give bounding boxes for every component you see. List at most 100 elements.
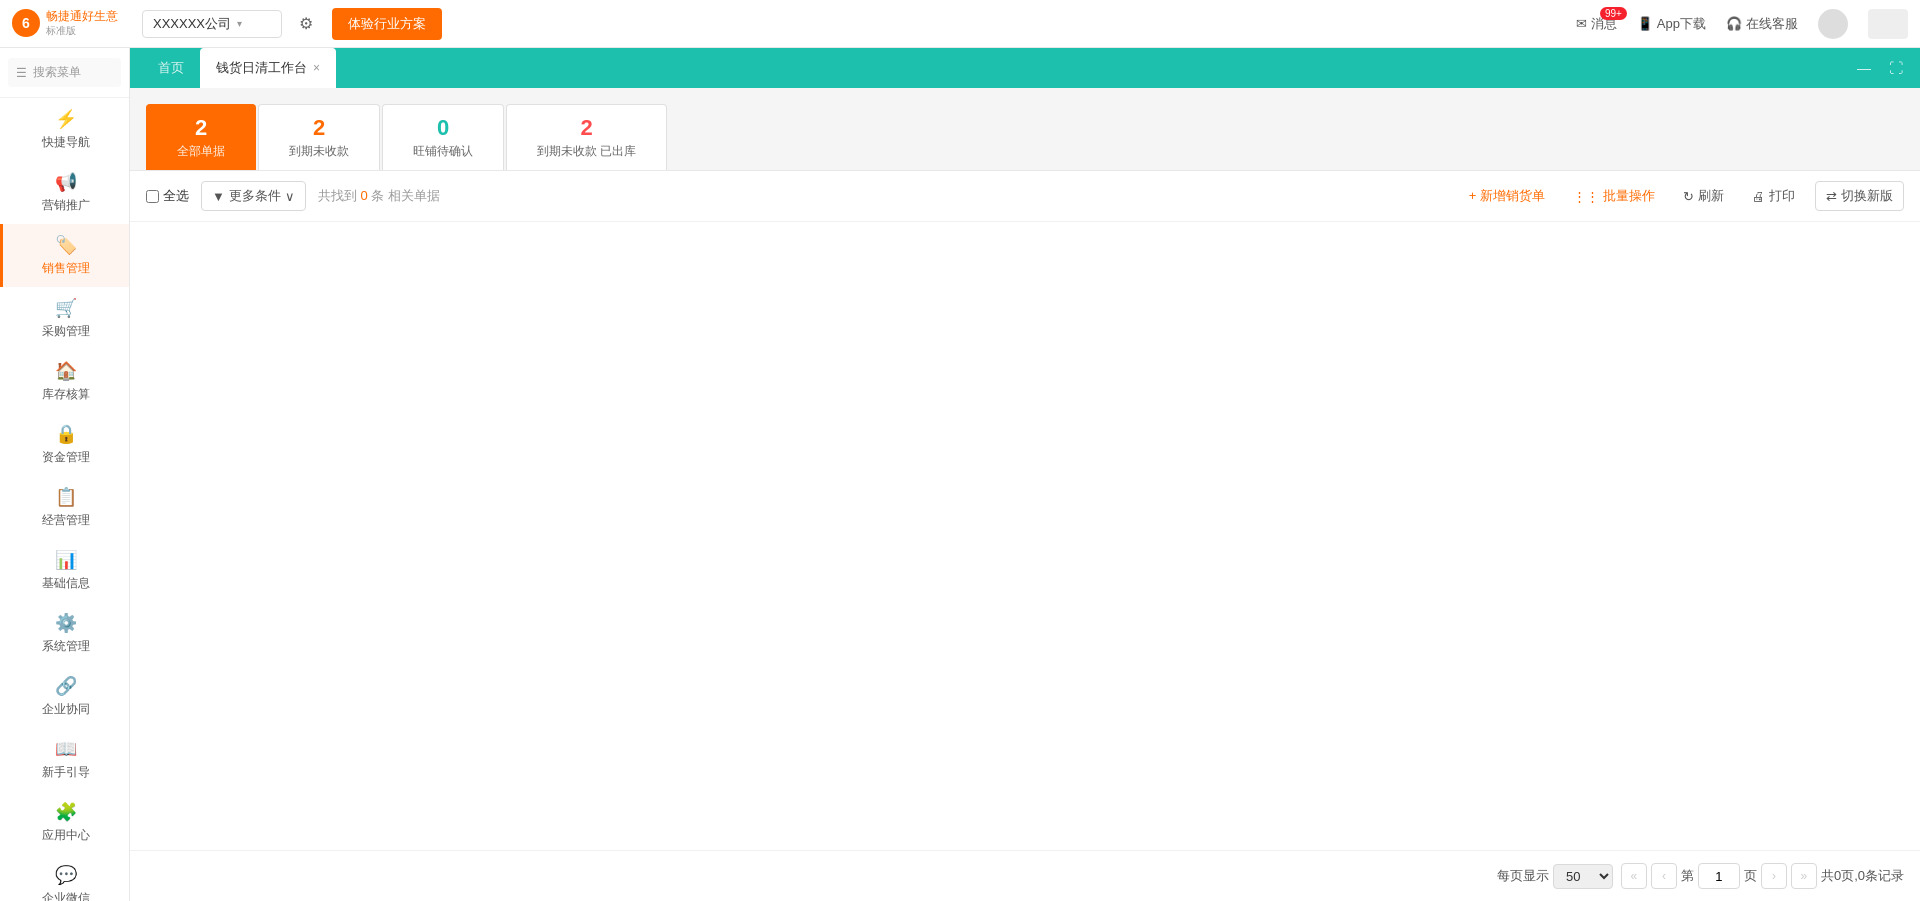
inventory-icon: 🏠 [55, 360, 77, 382]
sidebar: ☰ 搜索菜单 ⚡ 快捷导航 📢 营销推广 🏷️ 销售管理 🛒 采购管理 🏠 库存… [0, 48, 130, 901]
first-page-button[interactable]: « [1621, 863, 1647, 889]
found-count: 0 [361, 188, 368, 203]
online-service-action[interactable]: 🎧 在线客服 [1726, 15, 1798, 33]
sidebar-label-purchase: 采购管理 [42, 323, 90, 340]
tab-bar-actions: — ⛶ [1852, 56, 1908, 80]
stat-label-pending-confirm: 旺铺待确认 [413, 143, 473, 160]
last-page-button[interactable]: » [1791, 863, 1817, 889]
app-center-icon: 🧩 [55, 801, 77, 823]
sidebar-label-enterprise: 企业协同 [42, 701, 90, 718]
sidebar-search-area: ☰ 搜索菜单 [0, 48, 129, 98]
sidebar-item-enterprise[interactable]: 🔗 企业协同 [0, 665, 129, 728]
batch-icon: ⋮⋮ [1573, 189, 1599, 204]
sidebar-item-quick-nav[interactable]: ⚡ 快捷导航 [0, 98, 129, 161]
prev-page-button[interactable]: ‹ [1651, 863, 1677, 889]
next-page-button[interactable]: › [1761, 863, 1787, 889]
company-selector[interactable]: XXXXXX公司 ▾ [142, 10, 282, 38]
stat-tab-pending-confirm[interactable]: 0 旺铺待确认 [382, 104, 504, 170]
refresh-button[interactable]: ↻ 刷新 [1675, 183, 1732, 209]
page-nav: « ‹ 第 页 › » 共0页,0条记录 [1621, 863, 1904, 889]
settings-button[interactable]: ⚙ [290, 8, 322, 40]
page-number-input[interactable] [1698, 863, 1740, 889]
header-right: ✉ 消息 99+ 📱 App下载 🎧 在线客服 [1576, 9, 1908, 39]
stat-label-all: 全部单据 [177, 143, 225, 160]
switch-icon: ⇄ [1826, 189, 1837, 204]
online-service-label: 在线客服 [1746, 15, 1798, 33]
print-icon: 🖨 [1752, 189, 1765, 204]
quick-nav-icon: ⚡ [55, 108, 77, 130]
tab-maximize-button[interactable]: ⛶ [1884, 56, 1908, 80]
message-action[interactable]: ✉ 消息 99+ [1576, 15, 1617, 33]
tab-close-icon[interactable]: × [313, 61, 320, 75]
page-size-select: 每页显示 50 100 [1497, 864, 1613, 889]
app-download-label: App下载 [1657, 15, 1706, 33]
per-page-label: 每页显示 [1497, 867, 1549, 885]
stat-tab-all[interactable]: 2 全部单据 [146, 104, 256, 170]
avatar[interactable] [1818, 9, 1848, 39]
stat-label-overdue-uncollected: 到期未收款 [289, 143, 349, 160]
refresh-label: 刷新 [1698, 187, 1724, 205]
toolbar: 全选 ▼ 更多条件 ∨ 共找到 0 条 相关单据 [130, 171, 1920, 222]
sidebar-item-operations[interactable]: 📋 经营管理 [0, 476, 129, 539]
company-name: XXXXXX公司 [153, 15, 231, 33]
add-sales-button[interactable]: + 新增销货单 [1461, 183, 1553, 209]
sidebar-item-system[interactable]: ⚙️ 系统管理 [0, 602, 129, 665]
filter-button[interactable]: ▼ 更多条件 ∨ [201, 181, 306, 211]
app-download-icon: 📱 [1637, 16, 1653, 31]
stat-count-overdue-unshipped: 2 [581, 115, 593, 141]
stat-count-overdue-uncollected: 2 [313, 115, 325, 141]
tab-workbench[interactable]: 钱货日清工作台 × [200, 48, 336, 88]
user-menu[interactable] [1868, 9, 1908, 39]
marketing-icon: 📢 [55, 171, 77, 193]
stat-tab-overdue-unshipped[interactable]: 2 到期未收款 已出库 [506, 104, 667, 170]
found-suffix: 相关单据 [388, 188, 440, 203]
search-menu-button[interactable]: ☰ 搜索菜单 [8, 58, 121, 87]
switch-label: 切换新版 [1841, 187, 1893, 205]
sidebar-label-system: 系统管理 [42, 638, 90, 655]
per-page-input[interactable]: 50 100 [1553, 864, 1613, 889]
sidebar-label-inventory: 库存核算 [42, 386, 90, 403]
select-all-input[interactable] [146, 190, 159, 203]
enterprise-icon: 🔗 [55, 675, 77, 697]
search-icon: ☰ [16, 66, 27, 80]
sidebar-item-guide[interactable]: 📖 新手引导 [0, 728, 129, 791]
tab-home[interactable]: 首页 [142, 48, 200, 88]
sidebar-item-app-center[interactable]: 🧩 应用中心 [0, 791, 129, 854]
sidebar-item-basic-info[interactable]: 📊 基础信息 [0, 539, 129, 602]
page-content: 2 全部单据 2 到期未收款 0 旺铺待确认 2 到期未收款 已出库 [130, 88, 1920, 901]
purchase-icon: 🛒 [55, 297, 77, 319]
experience-button[interactable]: 体验行业方案 [332, 8, 442, 40]
tab-minimize-button[interactable]: — [1852, 56, 1876, 80]
print-button[interactable]: 🖨 打印 [1744, 183, 1803, 209]
sidebar-label-app-center: 应用中心 [42, 827, 90, 844]
select-all-label: 全选 [163, 187, 189, 205]
app-download-action[interactable]: 📱 App下载 [1637, 15, 1706, 33]
page-suffix: 页 [1744, 867, 1757, 885]
batch-label: 批量操作 [1603, 187, 1655, 205]
sidebar-item-sales[interactable]: 🏷️ 销售管理 [0, 224, 129, 287]
stat-label-overdue-unshipped: 到期未收款 已出库 [537, 143, 636, 160]
refresh-icon: ↻ [1683, 189, 1694, 204]
sidebar-label-operations: 经营管理 [42, 512, 90, 529]
stat-count-pending-confirm: 0 [437, 115, 449, 141]
funds-icon: 🔒 [55, 423, 77, 445]
batch-operation-button[interactable]: ⋮⋮ 批量操作 [1565, 183, 1663, 209]
stat-count-all: 2 [195, 115, 207, 141]
page-total: 共0页,0条记录 [1821, 867, 1904, 885]
sidebar-item-marketing[interactable]: 📢 营销推广 [0, 161, 129, 224]
tab-bar: 首页 钱货日清工作台 × — ⛶ [130, 48, 1920, 88]
sidebar-item-funds[interactable]: 🔒 资金管理 [0, 413, 129, 476]
select-all-checkbox[interactable]: 全选 [146, 187, 189, 205]
stat-tab-overdue-uncollected[interactable]: 2 到期未收款 [258, 104, 380, 170]
switch-new-version-button[interactable]: ⇄ 切换新版 [1815, 181, 1904, 211]
sidebar-label-basic-info: 基础信息 [42, 575, 90, 592]
sidebar-item-wechat[interactable]: 💬 企业微信 [0, 854, 129, 901]
filter-chevron-icon: ∨ [285, 189, 295, 204]
sidebar-item-inventory[interactable]: 🏠 库存核算 [0, 350, 129, 413]
message-badge: 99+ [1600, 7, 1627, 20]
sidebar-item-purchase[interactable]: 🛒 采购管理 [0, 287, 129, 350]
logo-name: 畅捷通好生意 [46, 9, 118, 23]
message-icon: ✉ [1576, 16, 1587, 31]
chevron-down-icon: ▾ [237, 18, 242, 29]
pagination: 每页显示 50 100 « ‹ 第 页 › » 共0页 [130, 850, 1920, 901]
